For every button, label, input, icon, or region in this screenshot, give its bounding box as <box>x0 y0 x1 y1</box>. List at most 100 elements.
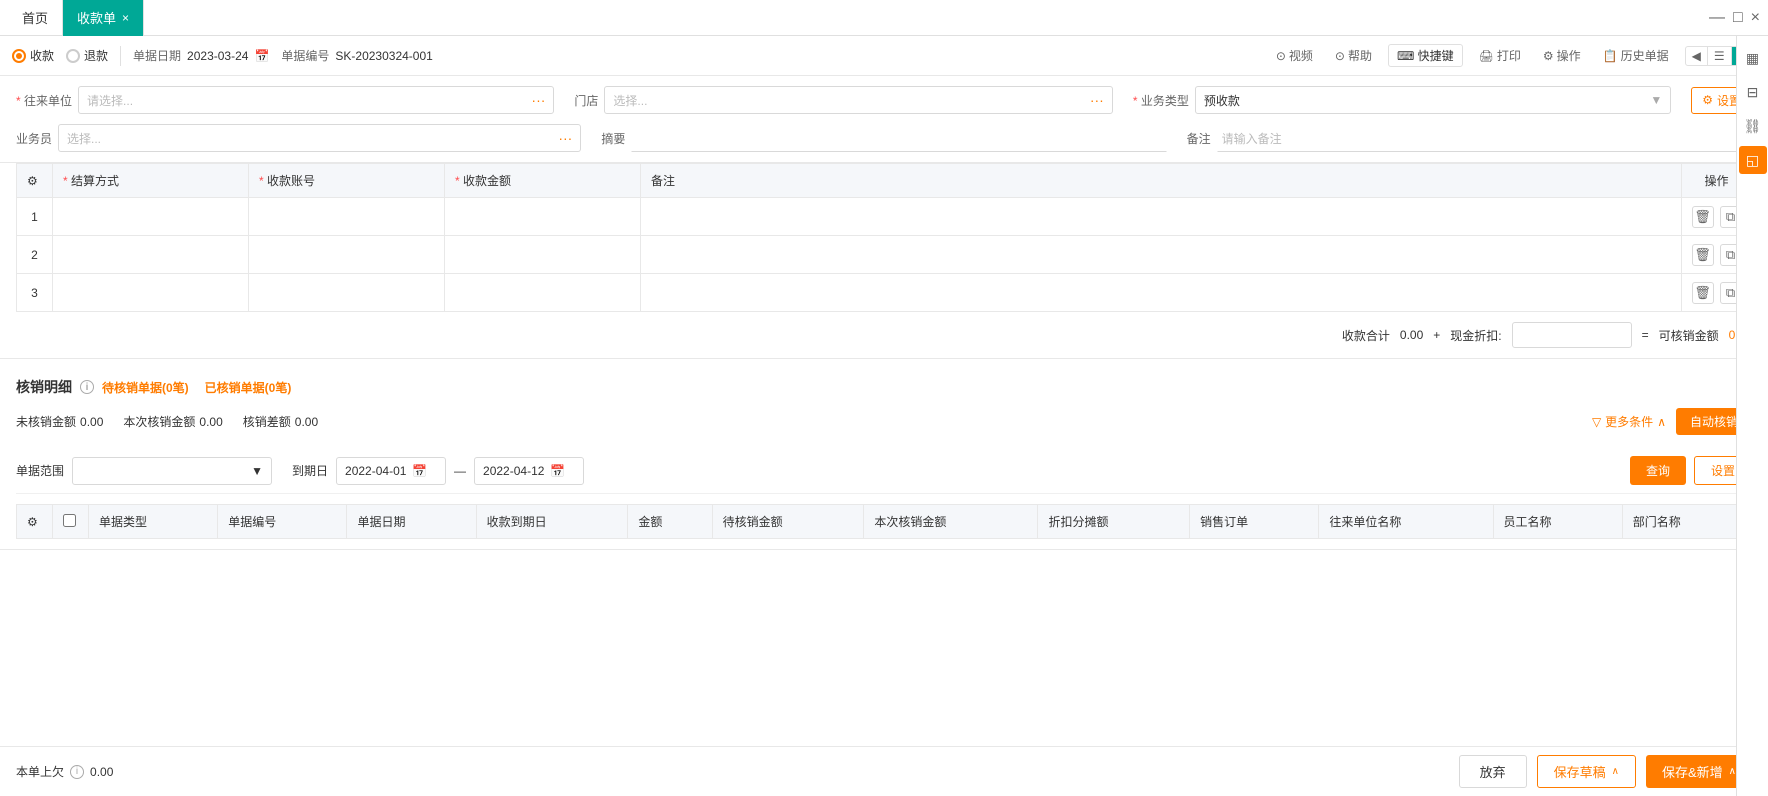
video-btn[interactable]: ⊙ 视频 <box>1270 45 1319 66</box>
table-row: 2 🗑 ⧉ <box>17 236 1752 274</box>
discount-label: 现金折扣: <box>1450 327 1501 344</box>
calendar-to-icon[interactable]: 📅 <box>550 464 565 478</box>
row-3-remark[interactable] <box>641 274 1682 312</box>
summary-input[interactable] <box>631 124 1166 152</box>
discount-input[interactable] <box>1512 322 1632 348</box>
partner-more-icon[interactable]: ··· <box>531 92 545 108</box>
row-3-amount[interactable] <box>445 274 641 312</box>
col-due-date: 收款到期日 <box>476 505 628 539</box>
more-conditions-btn[interactable]: ▽ 更多条件 ∧ <box>1592 413 1666 430</box>
available-label: 可核销金额 <box>1659 327 1719 344</box>
row-2-account[interactable] <box>249 236 445 274</box>
table-row: 1 🗑 ⧉ <box>17 198 1752 236</box>
tab-close-icon[interactable]: × <box>122 11 129 25</box>
history-btn[interactable]: 📋 历史单据 <box>1597 45 1675 66</box>
save-draft-btn[interactable]: 保存草稿 ∧ <box>1537 755 1636 788</box>
tab-current[interactable]: 收款单 × <box>63 0 144 36</box>
range-field: 单据范围 ▼ <box>16 457 272 485</box>
select-all-checkbox[interactable] <box>63 514 76 527</box>
range-label: 单据范围 <box>16 462 64 479</box>
row-2-num: 2 <box>17 236 53 274</box>
tab-bar: 首页 收款单 × — □ × <box>0 0 1768 36</box>
view-left-btn[interactable]: ◀ <box>1686 47 1708 65</box>
help-btn[interactable]: ⊙ 帮助 <box>1329 45 1378 66</box>
verify-stats: 未核销金额 0.00 本次核销金额 0.00 核销差额 0.00 <box>16 413 318 430</box>
verify-tabs: 待核销单据(0笔) 已核销单据(0笔) <box>102 379 291 396</box>
query-btn[interactable]: 查询 <box>1630 456 1686 485</box>
plus-sign: + <box>1433 328 1440 342</box>
abandon-btn[interactable]: 放弃 <box>1459 755 1527 788</box>
col-staff-name: 员工名称 <box>1493 505 1622 539</box>
maximize-icon[interactable]: □ <box>1733 9 1743 27</box>
row-3-settlement[interactable] <box>53 274 249 312</box>
row-1-remark[interactable] <box>641 198 1682 236</box>
close-icon[interactable]: × <box>1751 9 1760 27</box>
row-3-account[interactable] <box>249 274 445 312</box>
due-date-from-input[interactable]: 2022-04-01 📅 <box>336 457 446 485</box>
due-date-label: 到期日 <box>292 462 328 479</box>
row-2-remark[interactable] <box>641 236 1682 274</box>
total-label: 收款合计 <box>1342 327 1390 344</box>
footer: 本单上欠 i 0.00 放弃 保存草稿 ∧ 保存&新增 ∧ <box>0 746 1768 796</box>
col-pending: 待核销金额 <box>712 505 864 539</box>
summary-label: 摘要 <box>601 130 625 147</box>
print-btn[interactable]: 🖨 打印 <box>1473 45 1527 66</box>
operations-btn[interactable]: ⚙ 操作 <box>1537 45 1587 66</box>
range-arrow: ▼ <box>251 464 263 478</box>
calendar-from-icon[interactable]: 📅 <box>412 464 427 478</box>
store-more-icon[interactable]: ··· <box>1090 92 1104 108</box>
pending-tab[interactable]: 待核销单据(0笔) <box>102 379 189 396</box>
toolbar-right: ⊙ 视频 ⊙ 帮助 ⌨ 快捷键 🖨 打印 ⚙ 操作 📋 历史单据 ◀ ☰ ▦ <box>1270 44 1756 67</box>
sidebar-icon-3[interactable]: ⛓ <box>1739 112 1767 140</box>
store-field: 门店 选择... ··· <box>574 86 1112 114</box>
form-row-1: 往来单位 请选择... ··· 门店 选择... ··· 业务类型 预收款 ▼ <box>16 86 1752 114</box>
staff-field: 业务员 选择... ··· <box>16 124 581 152</box>
store-input[interactable]: 选择... ··· <box>604 86 1112 114</box>
row-1-amount[interactable] <box>445 198 641 236</box>
row-1-account[interactable] <box>249 198 445 236</box>
bottom-settings-th[interactable]: ⚙ <box>17 505 53 539</box>
radio-refund[interactable]: 退款 <box>66 47 108 64</box>
row-2-settlement[interactable] <box>53 236 249 274</box>
table-settings-icon[interactable]: ⚙ <box>17 164 53 198</box>
sidebar-icon-4[interactable]: ◱ <box>1739 146 1767 174</box>
verify-info-icon[interactable]: i <box>80 380 94 394</box>
save-draft-chevron: ∧ <box>1612 766 1619 777</box>
footer-left: 本单上欠 i 0.00 <box>16 763 113 780</box>
col-amount: * 收款金额 <box>445 164 641 198</box>
row-2-delete-icon[interactable]: 🗑 <box>1692 244 1714 266</box>
staff-more-icon[interactable]: ··· <box>558 130 572 146</box>
date-value: 2023-03-24 <box>187 49 248 63</box>
col-doc-type: 单据类型 <box>89 505 218 539</box>
business-type-arrow: ▼ <box>1650 93 1662 107</box>
row-1-delete-icon[interactable]: 🗑 <box>1692 206 1714 228</box>
minimize-icon[interactable]: — <box>1709 9 1725 27</box>
radio-collect-label: 收款 <box>30 47 54 64</box>
remark-label: 备注 <box>1187 130 1211 147</box>
due-date-to-input[interactable]: 2022-04-12 📅 <box>474 457 584 485</box>
partner-input[interactable]: 请选择... ··· <box>78 86 554 114</box>
shortcut-btn[interactable]: ⌨ 快捷键 <box>1388 44 1463 67</box>
radio-collect[interactable]: 收款 <box>12 47 54 64</box>
col-remark: 备注 <box>641 164 1682 198</box>
row-3-num: 3 <box>17 274 53 312</box>
view-list-btn[interactable]: ☰ <box>1708 47 1732 65</box>
sidebar-icon-2[interactable]: ⊟ <box>1739 78 1767 106</box>
row-2-amount[interactable] <box>445 236 641 274</box>
row-3-delete-icon[interactable]: 🗑 <box>1692 282 1714 304</box>
prev-order-info-icon[interactable]: i <box>70 765 84 779</box>
row-1-settlement[interactable] <box>53 198 249 236</box>
done-tab[interactable]: 已核销单据(0笔) <box>205 379 292 396</box>
staff-input[interactable]: 选择... ··· <box>58 124 581 152</box>
business-type-input[interactable]: 预收款 ▼ <box>1195 86 1671 114</box>
calendar-icon[interactable]: 📅 <box>254 49 269 63</box>
summary-field: 摘要 <box>601 124 1166 152</box>
settings-gear-icon: ⚙ <box>1702 93 1713 107</box>
radio-group: 收款 退款 <box>12 47 108 64</box>
radio-refund-label: 退款 <box>84 47 108 64</box>
remark-input[interactable]: 请输入备注 <box>1217 124 1752 152</box>
tab-home[interactable]: 首页 <box>8 0 63 36</box>
window-controls: — □ × <box>1709 9 1760 27</box>
sidebar-icon-1[interactable]: ▦ <box>1739 44 1767 72</box>
range-select[interactable]: ▼ <box>72 457 272 485</box>
